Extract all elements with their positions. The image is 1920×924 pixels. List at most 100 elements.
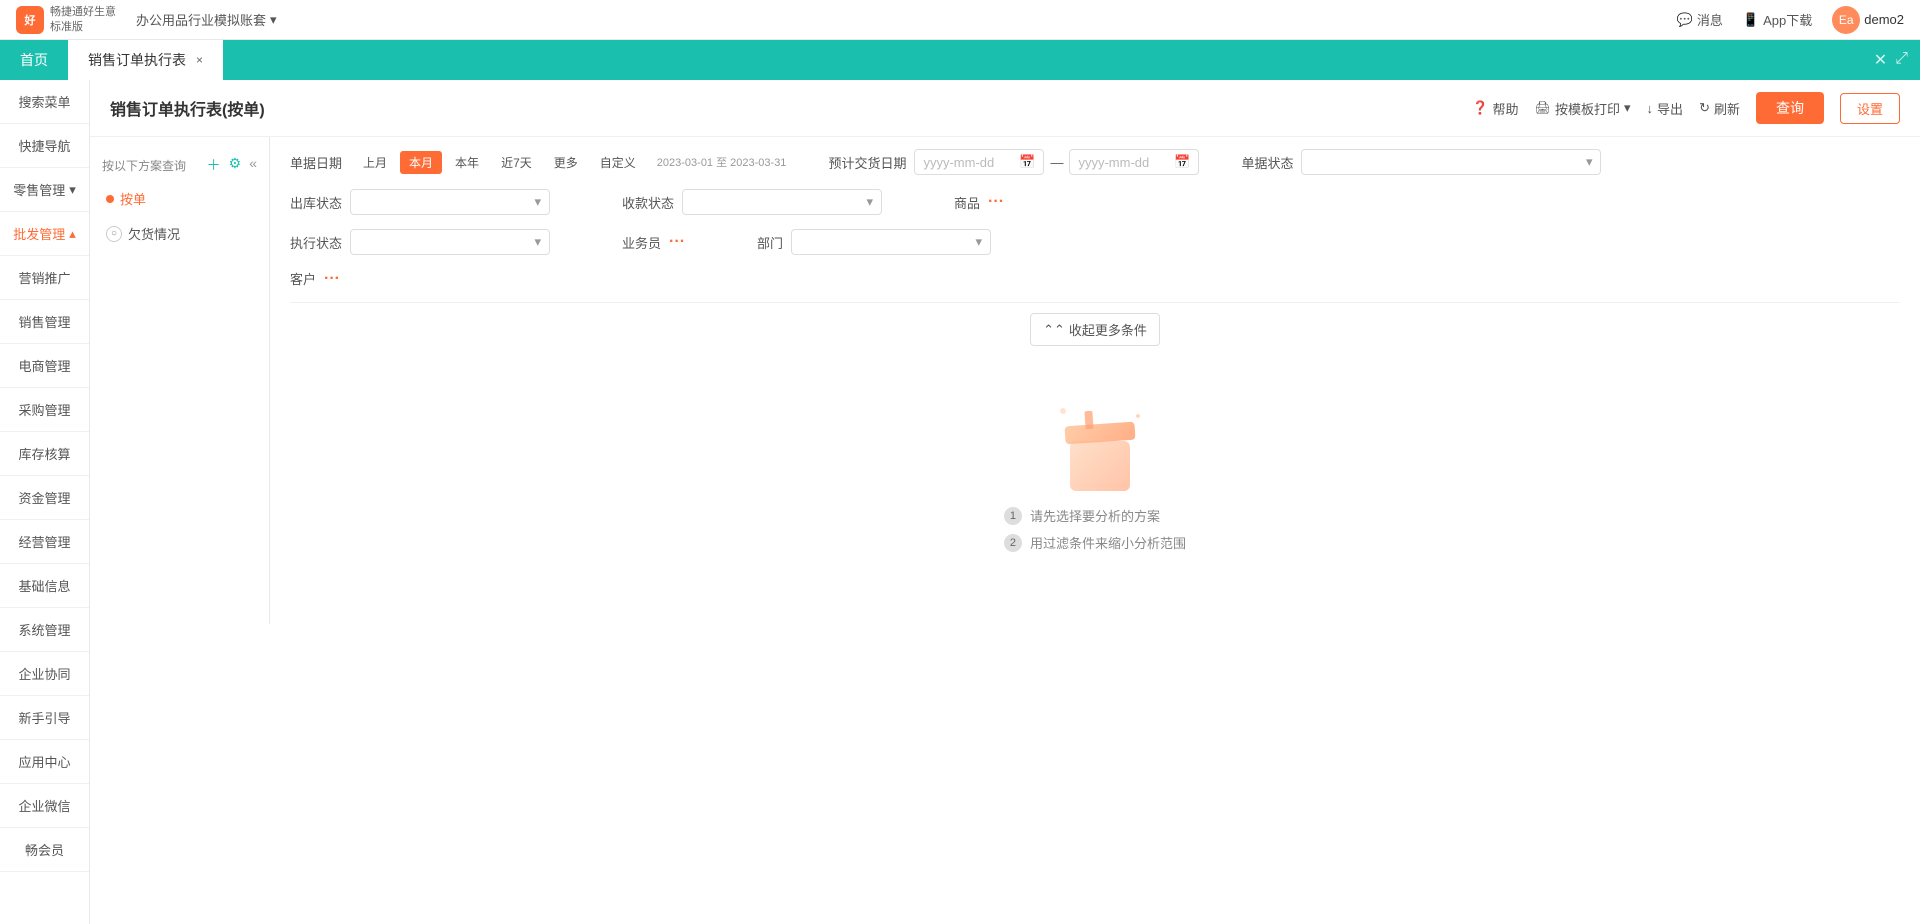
outbound-select[interactable]: ▾ (350, 189, 550, 215)
chevron-down-icon: ▾ (270, 12, 277, 28)
query-button[interactable]: 查询 (1756, 92, 1824, 124)
goods-dots-btn[interactable]: ··· (988, 193, 1004, 211)
salesman-dots-btn[interactable]: ··· (669, 233, 685, 251)
sidebar-item-search-menu[interactable]: 搜索菜单 (0, 80, 89, 124)
sidebar-item-purchase[interactable]: 采购管理 (0, 388, 89, 432)
filter-row-1: 单据日期 上月 本月 本年 近7天 更多 自定义 2023-03-01 至 20… (290, 149, 1900, 175)
tab-home[interactable]: 首页 (0, 40, 68, 80)
left-panel-header: 按以下方案查询 ＋ ⚙ « (90, 149, 269, 181)
exec-status-select[interactable]: ▾ (350, 229, 550, 255)
tab-sales-exec[interactable]: 销售订单执行表 × (68, 40, 223, 80)
dept-select[interactable]: ▾ (791, 229, 991, 255)
filter-exec-status: 执行状态 ▾ (290, 229, 550, 255)
setting-button[interactable]: 设置 (1840, 93, 1900, 124)
date-input-group: yyyy-mm-dd 📅 — yyyy-mm-dd 📅 (914, 149, 1199, 175)
active-dot-icon (106, 195, 114, 203)
status-select[interactable]: ▾ (1301, 149, 1601, 175)
empty-state: 1 请先选择要分析的方案 2 用过滤条件来缩小分析范围 (290, 346, 1900, 612)
sidebar-item-marketing[interactable]: 营销推广 (0, 256, 89, 300)
export-btn[interactable]: ↓ 导出 (1647, 99, 1684, 118)
empty-step-1: 1 请先选择要分析的方案 (1004, 506, 1186, 525)
header-right: 💬 消息 📱 App下载 Ea demo2 (1677, 6, 1904, 34)
print-btn[interactable]: 🖨 按模板打印 ▾ (1534, 99, 1630, 118)
sidebar-item-ecommerce[interactable]: 电商管理 (0, 344, 89, 388)
export-icon: ↓ (1647, 101, 1654, 116)
collapse-panel-icon[interactable]: « (249, 155, 257, 175)
date-tab-this-year[interactable]: 本年 (446, 151, 488, 174)
scheme-by-credit[interactable]: ○ 欠货情况 (90, 216, 269, 251)
system-selector[interactable]: 办公用品行业模拟账套 ▾ (136, 10, 277, 29)
sidebar-item-quick-nav[interactable]: 快捷导航 (0, 124, 89, 168)
message-icon: 💬 (1677, 12, 1693, 28)
add-scheme-icon[interactable]: ＋ (207, 155, 221, 175)
close-window-icon[interactable]: ✕ (1874, 50, 1887, 70)
sidebar-item-wholesale-mgmt[interactable]: 批发管理 ▴ (0, 212, 89, 256)
print-icon: 🖨 (1534, 100, 1551, 116)
main-layout: 搜索菜单 快捷导航 零售管理 ▾ 批发管理 ▴ 营销推广 销售管理 电商管理 采… (0, 80, 1920, 924)
empty-step-2: 2 用过滤条件来缩小分析范围 (1004, 533, 1186, 552)
date-tab-last7days[interactable]: 近7天 (492, 151, 541, 174)
sidebar-item-app-center[interactable]: 应用中心 (0, 740, 89, 784)
filter-goods: 商品 ··· (954, 193, 1004, 212)
customer-dots-btn[interactable]: ··· (324, 270, 340, 288)
date-tab-this-month[interactable]: 本月 (400, 151, 442, 174)
date-dash: — (1050, 155, 1063, 170)
payment-select[interactable]: ▾ (682, 189, 882, 215)
page-header: 销售订单执行表(按单) ❓ 帮助 🖨 按模板打印 ▾ ↓ 导出 ↻ 刷新 (90, 80, 1920, 137)
filter-row-3: 执行状态 ▾ 业务员 ··· 部门 ▾ (290, 229, 1900, 255)
date-range-text: 2023-03-01 至 2023-03-31 (657, 154, 787, 170)
date-end-input[interactable]: yyyy-mm-dd 📅 (1069, 149, 1199, 175)
user-profile[interactable]: Ea demo2 (1832, 6, 1904, 34)
nav-tabs: 首页 销售订单执行表 × ✕ ⤢ (0, 40, 1920, 80)
nav-tab-actions: ✕ ⤢ (1874, 50, 1920, 70)
empty-steps: 1 请先选择要分析的方案 2 用过滤条件来缩小分析范围 (1004, 506, 1186, 552)
sidebar-item-ops[interactable]: 经营管理 (0, 520, 89, 564)
sidebar: 搜索菜单 快捷导航 零售管理 ▾ 批发管理 ▴ 营销推广 销售管理 电商管理 采… (0, 80, 90, 924)
help-btn[interactable]: ❓ 帮助 (1472, 99, 1518, 118)
top-header: 好 畅捷通好生意 标准版 办公用品行业模拟账套 ▾ 💬 消息 📱 App下载 E… (0, 0, 1920, 40)
sidebar-item-member[interactable]: 畅会员 (0, 828, 89, 872)
dept-arrow-icon: ▾ (976, 234, 983, 250)
filter-dept: 部门 ▾ (757, 229, 991, 255)
sidebar-item-enterprise[interactable]: 企业协同 (0, 652, 89, 696)
app-download-btn[interactable]: 📱 App下载 (1743, 10, 1812, 29)
refresh-btn[interactable]: ↻ 刷新 (1699, 99, 1740, 118)
expand-window-icon[interactable]: ⤢ (1895, 50, 1908, 70)
content-area: 销售订单执行表(按单) ❓ 帮助 🖨 按模板打印 ▾ ↓ 导出 ↻ 刷新 (90, 80, 1920, 924)
collapse-btn[interactable]: ⌃⌃ 收起更多条件 (1030, 313, 1160, 346)
date-tab-more[interactable]: 更多 (545, 151, 587, 174)
date-tab-custom[interactable]: 自定义 (591, 151, 645, 174)
content-body: 按以下方案查询 ＋ ⚙ « 按单 ○ 欠货情况 (90, 137, 1920, 624)
filter-expected-delivery: 预计交货日期 yyyy-mm-dd 📅 — yyyy-mm-dd 📅 (828, 149, 1199, 175)
left-panel-icons: ＋ ⚙ « (207, 155, 257, 175)
outbound-select-arrow-icon: ▾ (534, 194, 541, 210)
sidebar-item-enterprise-wechat[interactable]: 企业微信 (0, 784, 89, 828)
filter-date-label: 单据日期 (290, 153, 342, 172)
filter-payment: 收款状态 ▾ (622, 189, 882, 215)
status-select-arrow-icon: ▾ (1586, 154, 1593, 170)
filter-row-2: 出库状态 ▾ 收款状态 ▾ 商品 (290, 189, 1900, 215)
sidebar-item-sys-mgmt[interactable]: 系统管理 (0, 608, 89, 652)
filter-divider (290, 302, 1900, 303)
calendar-start-icon: 📅 (1019, 154, 1035, 170)
left-panel: 按以下方案查询 ＋ ⚙ « 按单 ○ 欠货情况 (90, 137, 270, 624)
sidebar-item-new-guide[interactable]: 新手引导 (0, 696, 89, 740)
date-tab-last-month[interactable]: 上月 (354, 151, 396, 174)
date-start-input[interactable]: yyyy-mm-dd 📅 (914, 149, 1044, 175)
edit-scheme-icon[interactable]: ⚙ (229, 155, 242, 175)
close-tab-icon[interactable]: × (196, 53, 203, 67)
print-dropdown-icon: ▾ (1624, 100, 1631, 116)
sidebar-item-retail-mgmt[interactable]: 零售管理 ▾ (0, 168, 89, 212)
collapse-row: ⌃⌃ 收起更多条件 (290, 313, 1900, 346)
date-tabs: 上月 本月 本年 近7天 更多 自定义 (354, 151, 645, 174)
sidebar-item-inventory[interactable]: 库存核算 (0, 432, 89, 476)
sidebar-item-finance[interactable]: 资金管理 (0, 476, 89, 520)
filter-status: 单据状态 ▾ (1241, 149, 1601, 175)
sidebar-item-basic-info[interactable]: 基础信息 (0, 564, 89, 608)
message-btn[interactable]: 💬 消息 (1677, 10, 1723, 29)
filter-row-4: 客户 ··· (290, 269, 1900, 288)
filter-customer: 客户 ··· (290, 269, 340, 288)
sidebar-item-sales-mgmt[interactable]: 销售管理 (0, 300, 89, 344)
exec-status-arrow-icon: ▾ (534, 234, 541, 250)
scheme-by-order[interactable]: 按单 (90, 181, 269, 216)
